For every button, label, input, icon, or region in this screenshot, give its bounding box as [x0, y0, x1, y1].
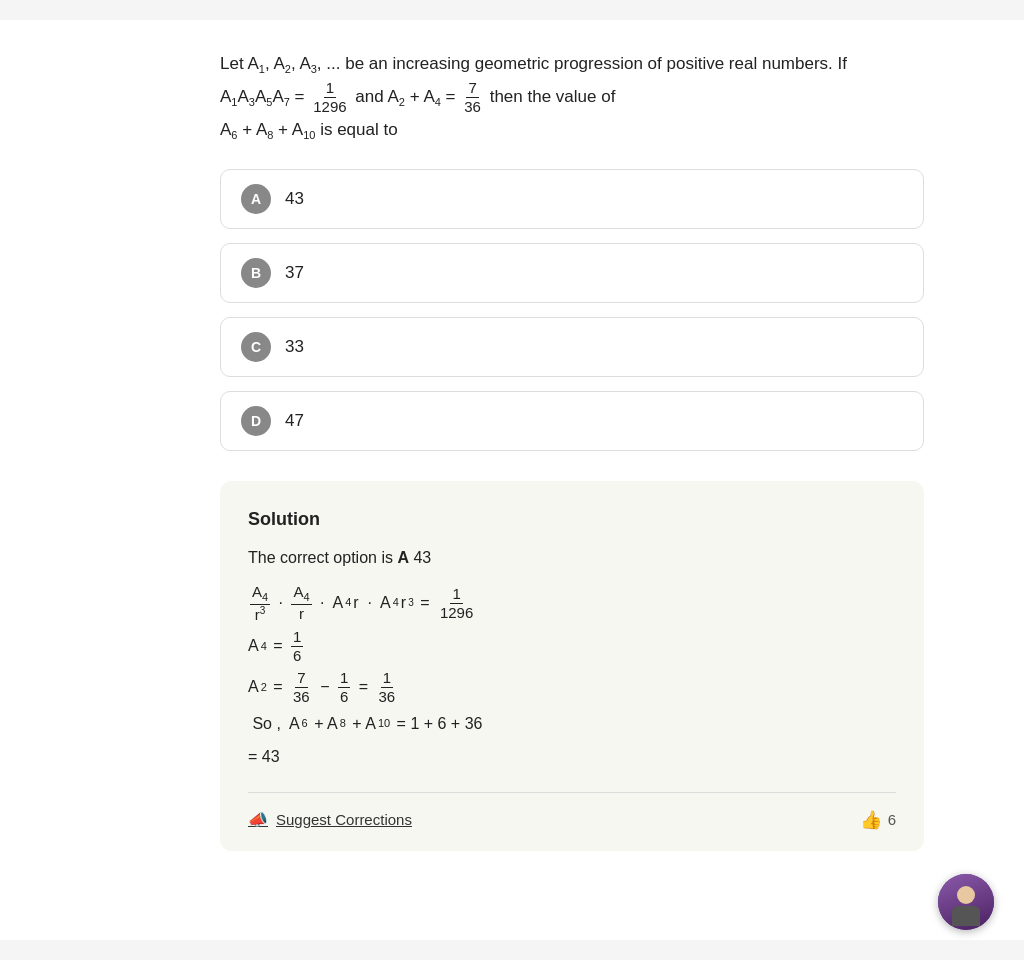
- option-c[interactable]: C 33: [220, 317, 924, 377]
- option-b-badge: B: [241, 258, 271, 288]
- math-line-4: So , A6 + A8 + A10 = 1 + 6 + 36: [248, 710, 896, 739]
- option-b[interactable]: B 37: [220, 243, 924, 303]
- math-line-3: A2 = 736 − 16 = 136: [248, 669, 896, 706]
- option-a-value: 43: [285, 189, 304, 209]
- math-line-5: = 43: [248, 743, 896, 772]
- option-d-value: 47: [285, 411, 304, 431]
- avatar-person: [950, 882, 982, 930]
- avatar-body: [952, 906, 980, 926]
- solution-box: Solution The correct option is A 43 A4r3…: [220, 481, 924, 851]
- option-d-badge: D: [241, 406, 271, 436]
- megaphone-icon: 📣: [248, 810, 268, 829]
- question-text: Let A1, A2, A3, ... be an increasing geo…: [220, 50, 924, 145]
- page-container: Let A1, A2, A3, ... be an increasing geo…: [0, 20, 1024, 940]
- option-d[interactable]: D 47: [220, 391, 924, 451]
- math-line-2: A4 = 16: [248, 628, 896, 665]
- solution-body: The correct option is A 43 A4r3 · A4r · …: [248, 544, 896, 772]
- like-count: 6: [888, 811, 896, 828]
- suggest-corrections-label: Suggest Corrections: [276, 811, 412, 828]
- avatar-inner: [938, 874, 994, 930]
- math-line-1: A4r3 · A4r · A4r · A4r3 = 11296: [248, 583, 896, 624]
- option-c-badge: C: [241, 332, 271, 362]
- options-list: A 43 B 37 C 33 D 47: [220, 169, 924, 451]
- option-a[interactable]: A 43: [220, 169, 924, 229]
- option-c-value: 33: [285, 337, 304, 357]
- like-section: 👍 6: [860, 809, 896, 831]
- correct-option-line: The correct option is A 43: [248, 544, 896, 573]
- option-b-value: 37: [285, 263, 304, 283]
- thumbs-up-icon[interactable]: 👍: [860, 809, 882, 831]
- option-a-badge: A: [241, 184, 271, 214]
- avatar-bubble[interactable]: [938, 874, 994, 930]
- suggest-corrections-button[interactable]: 📣 Suggest Corrections: [248, 810, 412, 829]
- solution-title: Solution: [248, 509, 896, 530]
- solution-footer: 📣 Suggest Corrections 👍 6: [248, 792, 896, 831]
- avatar-head: [957, 886, 975, 904]
